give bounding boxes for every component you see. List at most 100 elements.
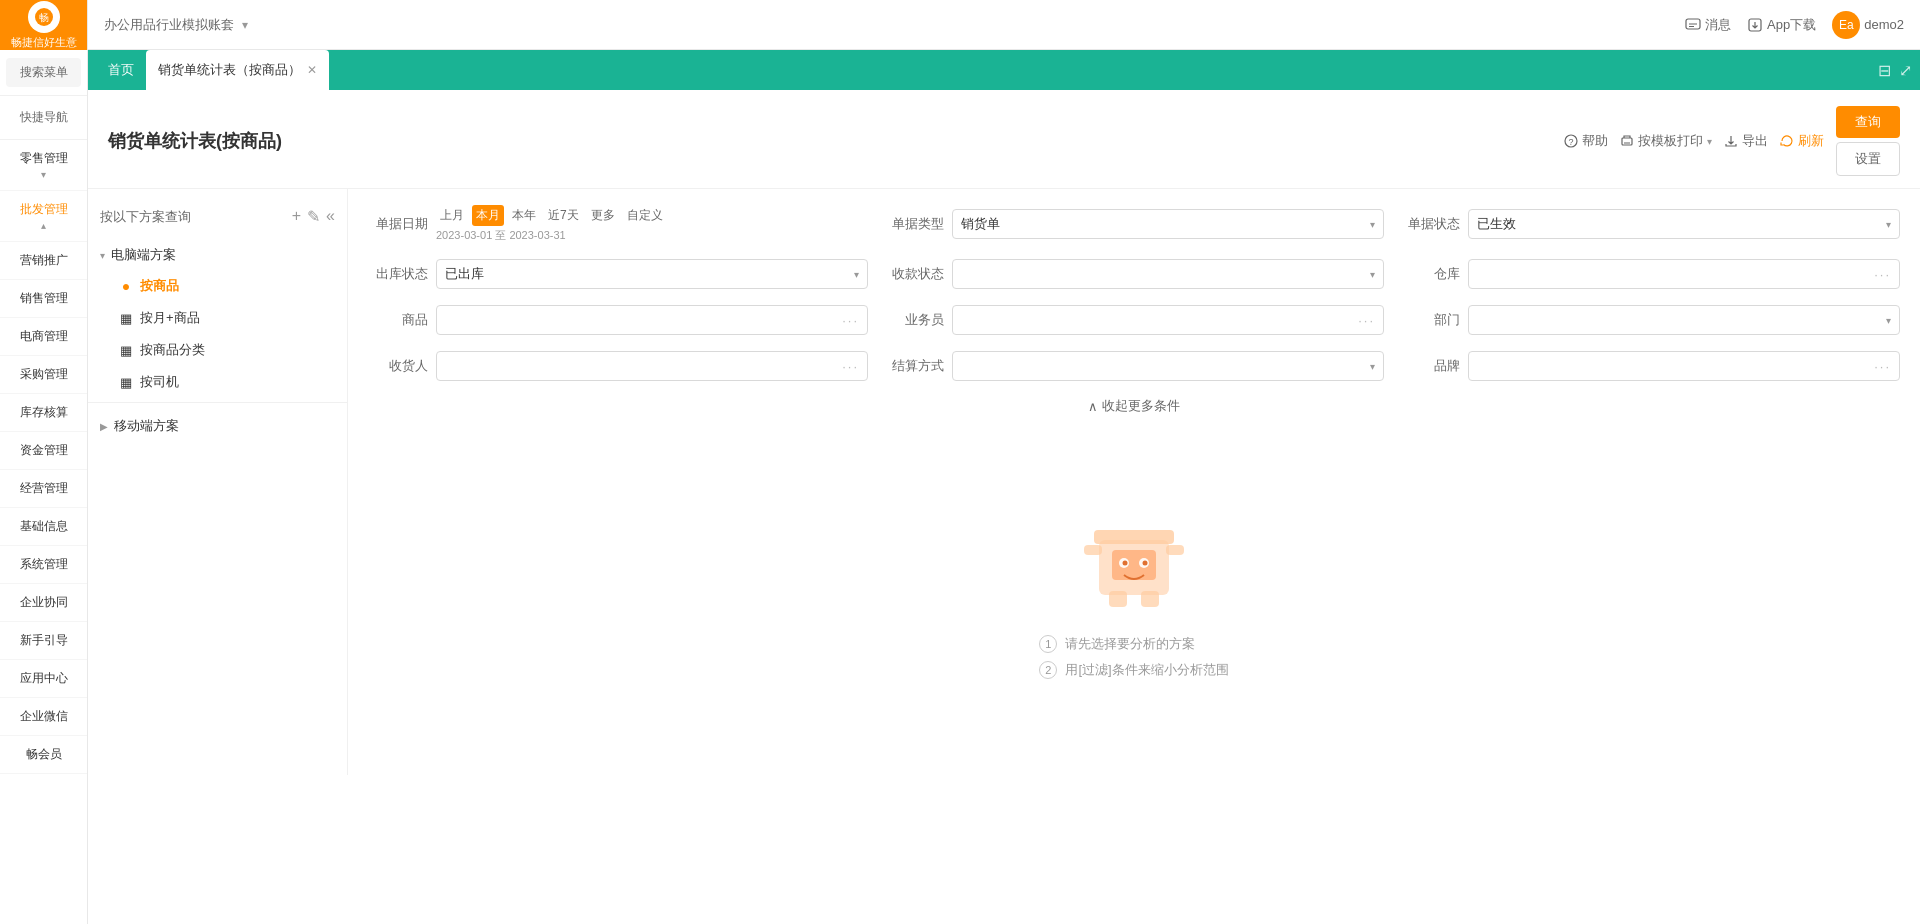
print-arrow-icon[interactable]: ▾ [1707,136,1712,147]
product-dots-icon: ··· [842,313,859,328]
user-profile-button[interactable]: Ea demo2 [1832,11,1904,39]
topbar-arrow-icon[interactable]: ▾ [242,18,248,32]
refresh-label: 刷新 [1798,132,1824,150]
empty-tip-2: 2 用[过滤]条件来缩小分析范围 [1039,661,1228,679]
svg-text:?: ? [1568,137,1573,147]
date-tab-more[interactable]: 更多 [587,205,619,226]
avatar-text: Ea [1839,18,1854,32]
svg-point-13 [1143,561,1148,566]
warehouse-field: 仓库 ··· [1400,259,1900,289]
salesperson-dots-icon: ··· [1358,313,1375,328]
message-label: 消息 [1705,16,1731,34]
filter-group-mobile-label: 移动端方案 [114,417,179,435]
collapse-button-row: ∧ 收起更多条件 [368,397,1900,415]
app-download-button[interactable]: App下载 [1747,16,1816,34]
salesperson-label: 业务员 [884,311,944,329]
print-button[interactable]: 按模板打印 ▾ [1620,132,1712,150]
date-tab-this-year[interactable]: 本年 [508,205,540,226]
date-input-group: 上月 本月 本年 近7天 更多 自定义 2023-03-01 至 2023-03… [436,205,868,243]
tab-home-label: 首页 [108,61,134,79]
settlement-select[interactable]: ▾ [952,351,1384,381]
sidebar-item-marketing[interactable]: 营销推广 [0,242,87,280]
grid-icon: ▦ [118,310,134,326]
date-tab-last-month[interactable]: 上月 [436,205,468,226]
sidebar-item-system[interactable]: 系统管理 [0,546,87,584]
message-button[interactable]: 消息 [1685,16,1731,34]
sidebar-item-wechat[interactable]: 企业微信 [0,698,87,736]
filter-item-by-warehouse-label: 按司机 [140,373,179,391]
query-button[interactable]: 查询 [1836,106,1900,138]
svg-rect-17 [1141,591,1159,607]
sidebar-item-sales[interactable]: 销售管理 [0,280,87,318]
help-button[interactable]: ? 帮助 [1564,132,1608,150]
sidebar-item-retail[interactable]: 零售管理 ▾ [0,140,87,191]
app-logo[interactable]: 畅 畅捷信好生意 [0,0,87,50]
brand-dots-icon: ··· [1874,359,1891,374]
svg-rect-15 [1166,545,1184,555]
tab-home[interactable]: 首页 [96,50,146,90]
salesperson-input[interactable]: ··· [952,305,1384,335]
filter-item-by-warehouse[interactable]: ▦ 按司机 [88,366,347,398]
help-label: 帮助 [1582,132,1608,150]
sidebar-item-finance[interactable]: 资金管理 [0,432,87,470]
add-scheme-icon[interactable]: + [292,207,301,226]
sidebar-item-inventory[interactable]: 库存核算 [0,394,87,432]
sidebar-item-operations[interactable]: 经营管理 [0,470,87,508]
salesperson-field: 业务员 ··· [884,305,1384,335]
filter-item-by-month-product[interactable]: ▦ 按月+商品 [88,302,347,334]
chevron-down-icon: ▾ [41,169,46,180]
sidebar-item-wholesale[interactable]: 批发管理 ▴ [0,191,87,242]
search-menu-button[interactable]: 搜索菜单 [6,58,81,87]
filter-sidebar-actions: + ✎ « [292,207,335,226]
sidebar-item-apps[interactable]: 应用中心 [0,660,87,698]
grid2-icon: ▦ [118,342,134,358]
edit-scheme-icon[interactable]: ✎ [307,207,320,226]
out-status-select[interactable]: 已出库 ▾ [436,259,868,289]
sidebar-item-newbie-label: 新手引导 [20,632,68,649]
refresh-button[interactable]: 刷新 [1780,132,1824,150]
brand-input[interactable]: ··· [1468,351,1900,381]
dept-select[interactable]: ▾ [1468,305,1900,335]
date-tab-custom[interactable]: 自定义 [623,205,667,226]
svg-rect-14 [1084,545,1102,555]
sidebar-item-basic-label: 基础信息 [20,518,68,535]
sidebar-item-marketing-label: 营销推广 [20,252,68,269]
shortcut-nav-button[interactable]: 快捷导航 [6,104,81,131]
collapse-button[interactable]: ∧ 收起更多条件 [1088,397,1180,415]
sidebar-item-purchase[interactable]: 采购管理 [0,356,87,394]
settings-button[interactable]: 设置 [1836,142,1900,176]
filter-item-by-category[interactable]: ▦ 按商品分类 [88,334,347,366]
sidebar-item-basic[interactable]: 基础信息 [0,508,87,546]
sidebar-item-ecommerce[interactable]: 电商管理 [0,318,87,356]
doc-type-select[interactable]: 销货单 ▾ [952,209,1384,239]
tab-maximize-button[interactable]: ⤢ [1899,61,1912,80]
sidebar-item-enterprise[interactable]: 企业协同 [0,584,87,622]
date-tab-7days[interactable]: 近7天 [544,205,583,226]
sidebar-shortcut-section: 快捷导航 [0,96,87,140]
receiver-dots-icon: ··· [842,359,859,374]
receiver-input[interactable]: ··· [436,351,868,381]
filter-group-desktop-title[interactable]: ▾ 电脑端方案 [88,240,347,270]
doc-type-field: 单据类型 销货单 ▾ [884,209,1384,239]
filter-group-mobile-title[interactable]: ▶ 移动端方案 [88,411,347,441]
tab-minimize-button[interactable]: ⊟ [1878,61,1891,80]
sidebar-item-wholesale-label: 批发管理 [20,201,68,218]
page-title: 销货单统计表(按商品) [108,129,282,153]
pay-status-select[interactable]: ▾ [952,259,1384,289]
content-area: 销货单统计表(按商品) ? 帮助 按模板打印 ▾ 导出 刷新 [88,90,1920,924]
product-input[interactable]: ··· [436,305,868,335]
warehouse-input[interactable]: ··· [1468,259,1900,289]
filter-sidebar-title: 按以下方案查询 [100,208,191,226]
sidebar-item-member[interactable]: 畅会员 [0,736,87,774]
filter-item-by-product[interactable]: ● 按商品 [88,270,347,302]
date-tab-this-month[interactable]: 本月 [472,205,504,226]
doc-status-select[interactable]: 已生效 ▾ [1468,209,1900,239]
sidebar-item-newbie[interactable]: 新手引导 [0,622,87,660]
sidebar-item-system-label: 系统管理 [20,556,68,573]
empty-illustration [1074,495,1194,615]
empty-state-tips: 1 请先选择要分析的方案 2 用[过滤]条件来缩小分析范围 [1039,635,1228,679]
tab-close-icon[interactable]: ✕ [307,63,317,77]
collapse-sidebar-icon[interactable]: « [326,207,335,226]
export-button[interactable]: 导出 [1724,132,1768,150]
tab-report[interactable]: 销货单统计表（按商品） ✕ [146,50,329,90]
